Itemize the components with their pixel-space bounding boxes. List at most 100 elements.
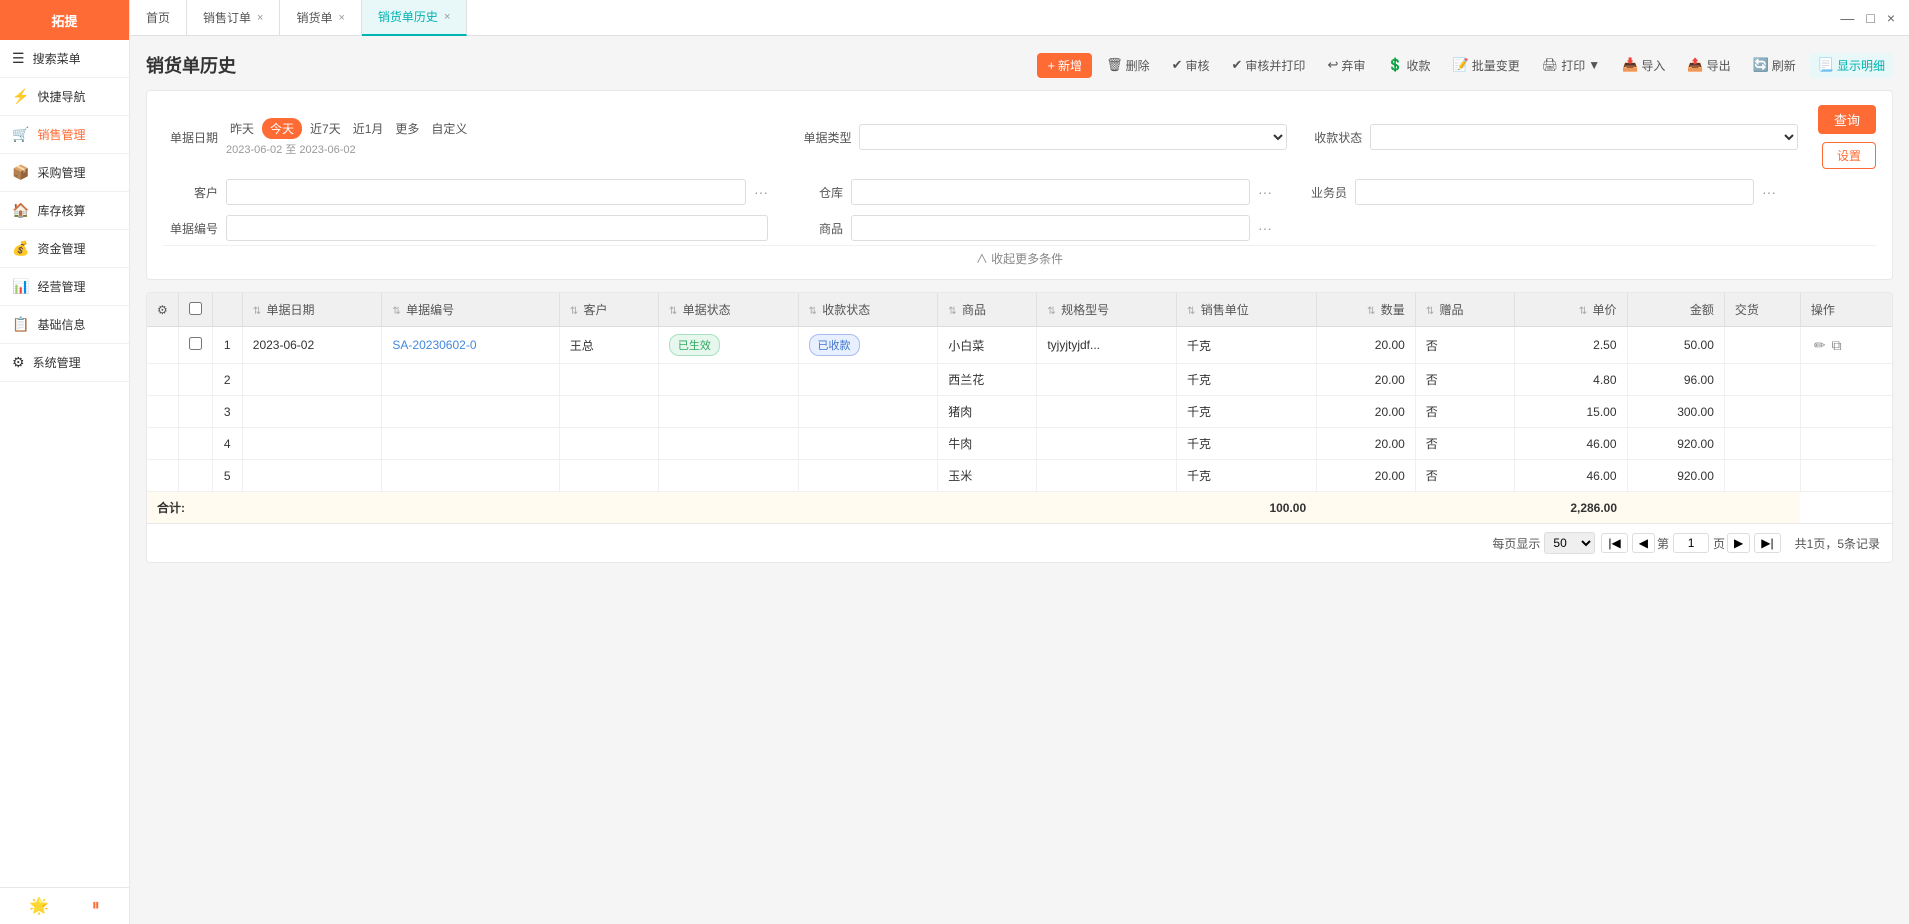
th-check[interactable] <box>178 293 212 327</box>
tab-sales-delivery-close[interactable]: × <box>338 12 344 24</box>
tab-sales-order-close[interactable]: × <box>257 12 263 24</box>
th-qty[interactable]: ⇅ 数量 <box>1316 293 1415 327</box>
query-button[interactable]: 查询 <box>1818 105 1876 134</box>
7days-btn[interactable]: 近7天 <box>306 118 345 139</box>
today-btn[interactable]: 今天 <box>262 118 302 139</box>
tab-sales-delivery[interactable]: 销货单 × <box>280 0 361 36</box>
goods-ellipsis[interactable]: ··· <box>1258 220 1272 236</box>
filter-settings-btn[interactable]: 设置 <box>1822 142 1876 169</box>
row-number[interactable] <box>382 396 559 428</box>
1month-btn[interactable]: 近1月 <box>349 118 388 139</box>
window-max-btn[interactable]: □ <box>1860 10 1880 26</box>
collect-button[interactable]: 💲 收款 <box>1379 53 1438 78</box>
th-number[interactable]: ⇅ 单据编号 <box>382 293 559 327</box>
warehouse-ellipsis[interactable]: ··· <box>1258 184 1272 200</box>
th-gift[interactable]: ⇅ 赠品 <box>1415 293 1514 327</box>
row-number[interactable]: SA-20230602-0 <box>382 327 559 364</box>
summary-qty: 100.00 <box>1177 492 1317 524</box>
custom-btn[interactable]: 自定义 <box>427 118 471 139</box>
first-page-btn[interactable]: |◀ <box>1601 533 1627 553</box>
abandon-button[interactable]: ↩ 弃审 <box>1319 53 1373 78</box>
th-spec[interactable]: ⇅ 规格型号 <box>1037 293 1177 327</box>
next-page-btn[interactable]: ▶ <box>1727 533 1750 553</box>
sidebar-item-sales[interactable]: 🛒 销售管理 <box>0 116 129 154</box>
batch-change-button[interactable]: 📝 批量变更 <box>1445 53 1528 78</box>
sidebar-collapse-btn[interactable]: ⏸ <box>92 897 100 915</box>
docnumber-input[interactable] <box>226 215 768 241</box>
doc-type-select[interactable] <box>859 124 1287 150</box>
sidebar-item-inventory[interactable]: 🏠 库存核算 <box>0 192 129 230</box>
row-customer <box>559 460 658 492</box>
th-date-label: 单据日期 <box>267 303 315 317</box>
page-input[interactable] <box>1673 533 1709 553</box>
salesperson-ellipsis[interactable]: ··· <box>1762 184 1776 200</box>
last-page-btn[interactable]: ▶| <box>1754 533 1780 553</box>
th-goods[interactable]: ⇅ 商品 <box>938 293 1037 327</box>
th-doc-status[interactable]: ⇅ 单据状态 <box>658 293 798 327</box>
th-date[interactable]: ⇅ 单据日期 <box>242 293 382 327</box>
th-unit[interactable]: ⇅ 销售单位 <box>1177 293 1317 327</box>
row-spec <box>1037 428 1177 460</box>
select-all-checkbox[interactable] <box>189 302 202 315</box>
row-number[interactable] <box>382 460 559 492</box>
sidebar-item-search[interactable]: ☰ 搜索菜单 <box>0 40 129 78</box>
sidebar-item-basic[interactable]: 📋 基础信息 <box>0 306 129 344</box>
copy-icon[interactable]: ⧉ <box>1832 337 1842 353</box>
prev-page-btn[interactable]: ◀ <box>1632 533 1655 553</box>
sidebar-item-finance[interactable]: 💰 资金管理 <box>0 230 129 268</box>
sidebar-item-label: 搜索菜单 <box>33 50 81 67</box>
edit-icon[interactable]: ✏ <box>1814 337 1826 353</box>
row-check[interactable] <box>178 364 212 396</box>
sidebar-settings-btn[interactable]: 🌟 <box>29 896 49 916</box>
salesperson-filter-label: 业务员 <box>1292 184 1347 201</box>
show-detail-button[interactable]: 📃 显示明细 <box>1810 53 1893 78</box>
th-settings[interactable]: ⚙ <box>147 293 178 327</box>
pagination-bar: 每页显示 50 10 20 100 |◀ ◀ 第 页 ▶ ▶| 共1页，5条记录 <box>147 523 1892 562</box>
window-close-btn[interactable]: × <box>1881 10 1901 26</box>
th-price[interactable]: ⇅ 单价 <box>1514 293 1627 327</box>
row-number[interactable] <box>382 428 559 460</box>
new-button[interactable]: + 新增 <box>1037 53 1092 78</box>
tab-home[interactable]: 首页 <box>130 0 187 36</box>
salesperson-input[interactable] <box>1355 179 1754 205</box>
row-check[interactable] <box>178 460 212 492</box>
tab-sales-order[interactable]: 销售订单 × <box>187 0 280 36</box>
sidebar-item-operation[interactable]: 📊 经营管理 <box>0 268 129 306</box>
row-checkbox[interactable] <box>189 337 202 350</box>
doc-type-label: 单据类型 <box>796 129 851 146</box>
yesterday-btn[interactable]: 昨天 <box>226 118 258 139</box>
print-button[interactable]: 🖨 打印 ▼ <box>1534 53 1608 78</box>
per-page-select[interactable]: 50 10 20 100 <box>1544 532 1595 554</box>
more-btn[interactable]: 更多 <box>391 118 423 139</box>
tab-sales-history-close[interactable]: × <box>444 11 450 23</box>
review-print-button[interactable]: ✔ 审核并打印 <box>1224 53 1314 78</box>
export-button[interactable]: 📤 导出 <box>1679 53 1738 78</box>
row-check[interactable] <box>178 327 212 364</box>
row-number-link[interactable]: SA-20230602-0 <box>392 338 476 352</box>
row-action: ✏⧉ <box>1800 327 1892 364</box>
customer-input[interactable] <box>226 179 746 205</box>
row-number[interactable] <box>382 364 559 396</box>
window-min-btn[interactable]: — <box>1834 10 1860 26</box>
sidebar-item-purchase[interactable]: 📦 采购管理 <box>0 154 129 192</box>
warehouse-input[interactable] <box>851 179 1250 205</box>
review-button[interactable]: ✔ 审核 <box>1164 53 1218 78</box>
delete-button[interactable]: 🗑 删除 <box>1098 53 1158 78</box>
customer-ellipsis[interactable]: ··· <box>754 184 768 200</box>
row-check[interactable] <box>178 396 212 428</box>
th-customer[interactable]: ⇅ 客户 <box>559 293 658 327</box>
sidebar-item-quicknav[interactable]: ⚡ 快捷导航 <box>0 78 129 116</box>
tab-sales-history[interactable]: 销货单历史 × <box>362 0 467 36</box>
export-icon: 📤 <box>1687 57 1703 73</box>
collapse-btn[interactable]: ∧ 收起更多条件 <box>163 245 1876 271</box>
refresh-button[interactable]: 🔄 刷新 <box>1745 53 1804 78</box>
row-goods: 牛肉 <box>938 428 1037 460</box>
row-check[interactable] <box>178 428 212 460</box>
sidebar-item-system[interactable]: ⚙ 系统管理 <box>0 344 129 382</box>
import-button[interactable]: 📥 导入 <box>1614 53 1673 78</box>
sidebar: 拓提 ☰ 搜索菜单 ⚡ 快捷导航 🛒 销售管理 📦 采购管理 🏠 库存核算 💰 … <box>0 0 130 924</box>
goods-input[interactable] <box>851 215 1250 241</box>
collect-status-select[interactable] <box>1370 124 1798 150</box>
th-collect-status[interactable]: ⇅ 收款状态 <box>798 293 938 327</box>
row-trade <box>1724 396 1800 428</box>
